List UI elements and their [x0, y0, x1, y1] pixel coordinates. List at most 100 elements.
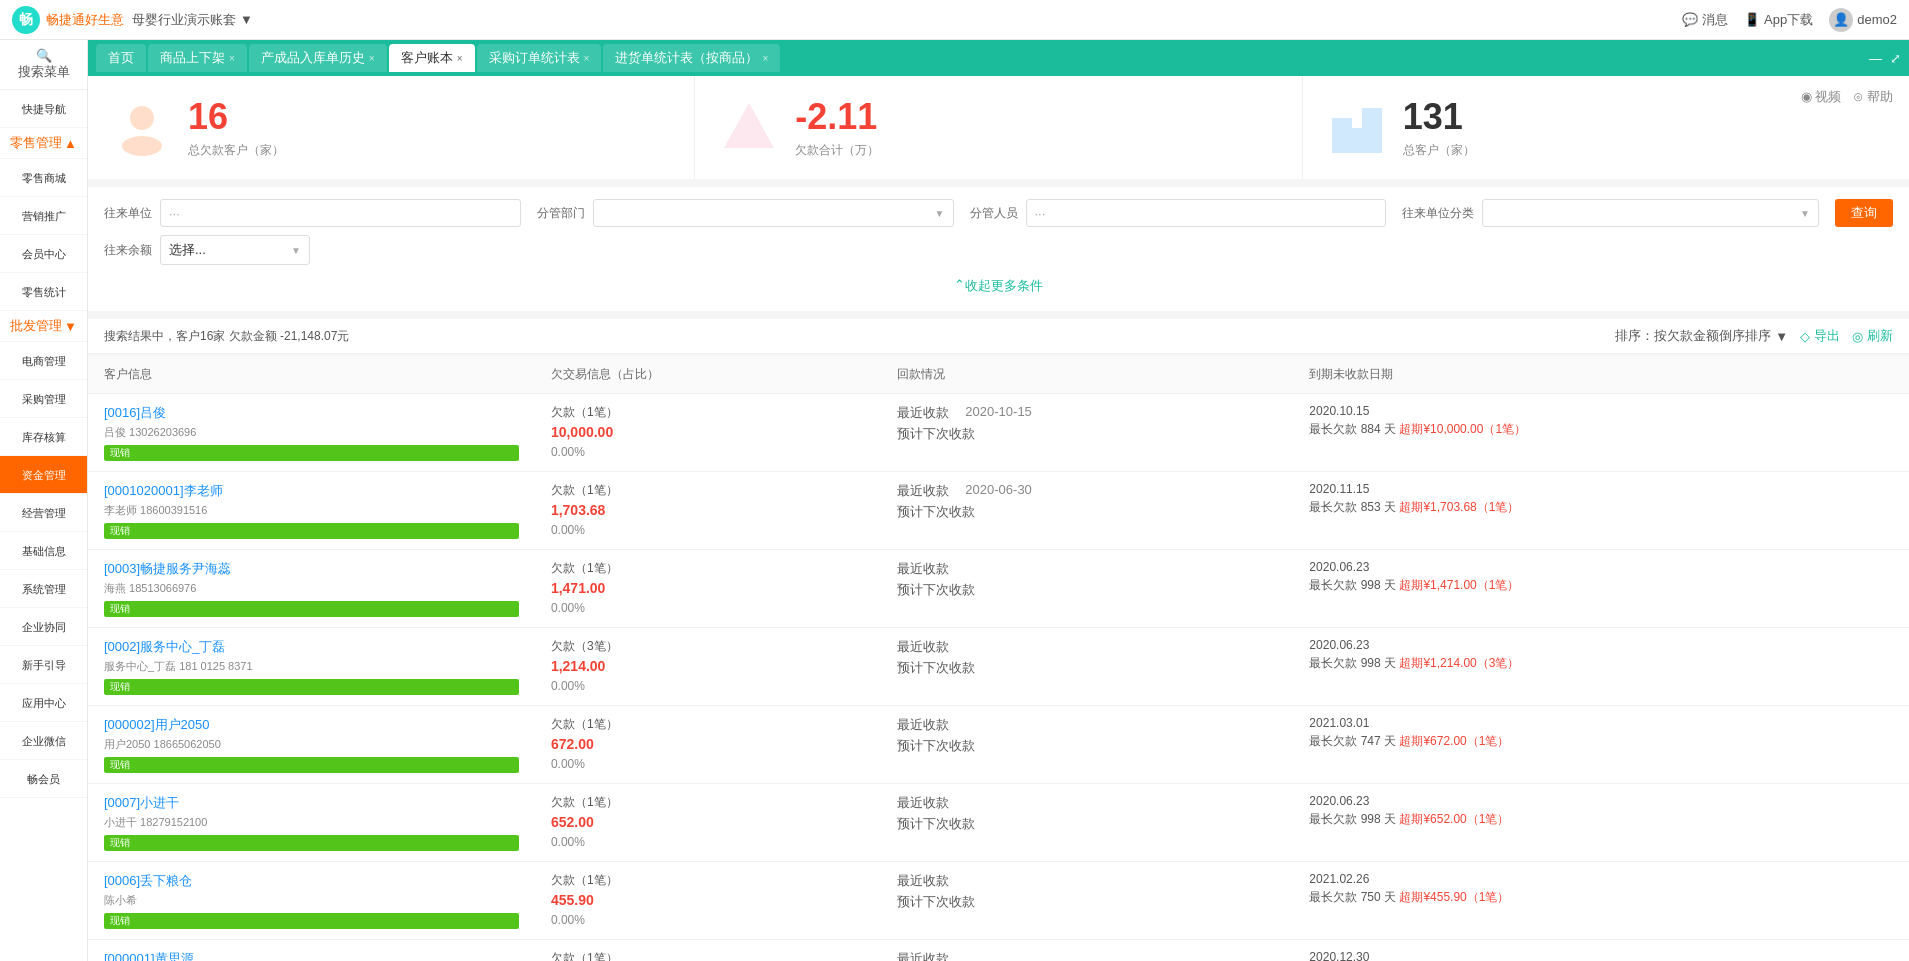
tab-product-off[interactable]: 商品上下架 × — [148, 44, 247, 72]
sidebar-item-retail-stats[interactable]: 零售统计 — [0, 273, 87, 311]
table-row: [0001020001]李老师 李老师 18600391516 现销 欠款（1笔… — [88, 472, 1909, 550]
debt-amount[interactable]: 1,471.00 — [551, 580, 865, 596]
tab-bar: 首页 商品上下架 × 产成品入库单历史 × 客户账本 × 采购订单统计表 × 进… — [88, 40, 1909, 76]
search-button[interactable]: 查询 — [1835, 199, 1893, 227]
tab-close-icon[interactable]: × — [762, 53, 768, 64]
filter-source-unit: 往来单位 ··· — [104, 199, 521, 227]
debt-amount[interactable]: 672.00 — [551, 736, 865, 752]
tab-close-icon[interactable]: × — [584, 53, 590, 64]
sidebar-item-corp-wechat[interactable]: 企业微信 — [0, 722, 87, 760]
overdue-amount-link[interactable]: 超期¥1,471.00（1笔） — [1399, 578, 1519, 592]
sidebar-search[interactable]: 🔍 搜索菜单 — [0, 40, 87, 90]
balance-input[interactable]: 选择... ▼ — [160, 235, 310, 265]
dept-input[interactable]: ▼ — [593, 199, 954, 227]
sidebar-label: 畅会员 — [4, 772, 83, 787]
debt-info: 欠款（1笔） 429.00 0.00% — [551, 950, 865, 961]
sidebar-item-batch[interactable]: 批发管理 ▼ — [0, 311, 87, 342]
overdue-amount-link[interactable]: 超期¥10,000.00（1笔） — [1399, 422, 1526, 436]
customer-info: [0003]畅捷服务尹海蕊 海燕 18513066976 现销 — [104, 560, 519, 617]
cell-payback: 最近收款 预计下次收款 — [881, 628, 1293, 706]
overdue-amount-link[interactable]: 超期¥652.00（1笔） — [1399, 812, 1509, 826]
overdue-info: 2020.12.30 最长欠款 808 天 超期¥429.00（1笔） — [1309, 950, 1893, 961]
payback-label: 最近收款 — [897, 716, 949, 734]
sort-selector[interactable]: 排序：按欠款金额倒序排序 ▼ — [1615, 327, 1788, 345]
app-download-button[interactable]: 📱 App下载 — [1744, 11, 1813, 29]
tab-maximize-icon[interactable]: ⤢ — [1890, 51, 1901, 66]
sidebar-item-new-guide[interactable]: 新手引导 — [0, 646, 87, 684]
store-selector[interactable]: 母婴行业演示账套 ▼ — [132, 11, 253, 29]
customer-name-link[interactable]: [0001020001]李老师 — [104, 482, 519, 500]
sidebar-label: 电商管理 — [4, 354, 83, 369]
customer-name-link[interactable]: [000001]黄思源 — [104, 950, 519, 961]
sidebar-item-retail-mall[interactable]: 零售商城 — [0, 159, 87, 197]
customer-name-link[interactable]: [0002]服务中心_丁磊 — [104, 638, 519, 656]
customer-name-link[interactable]: [0007]小进干 — [104, 794, 519, 812]
debt-amount[interactable]: 652.00 — [551, 814, 865, 830]
overdue-amount-link[interactable]: 超期¥672.00（1笔） — [1399, 734, 1509, 748]
logo-text: 畅捷通好生意 — [46, 11, 124, 29]
debt-amount[interactable]: 10,000.00 — [551, 424, 865, 440]
unit-class-input[interactable]: ▼ — [1482, 199, 1819, 227]
sidebar-item-enterprise[interactable]: 企业协同 — [0, 608, 87, 646]
tab-close-icon[interactable]: × — [369, 53, 375, 64]
tab-home[interactable]: 首页 — [96, 44, 146, 72]
customer-name-link[interactable]: [0016]吕俊 — [104, 404, 519, 422]
overdue-amount-link[interactable]: 超期¥1,214.00（3笔） — [1399, 656, 1519, 670]
sidebar-item-operations[interactable]: 经营管理 — [0, 494, 87, 532]
debt-amount[interactable]: 455.90 — [551, 892, 865, 908]
message-button[interactable]: 💬 消息 — [1682, 11, 1728, 29]
stat-icon-total — [1327, 98, 1387, 158]
sidebar-label-batch: 批发管理 — [10, 317, 62, 335]
sidebar-label: 资金管理 — [4, 468, 83, 483]
payback-next: 预计下次收款 — [897, 659, 1277, 677]
customer-name-link[interactable]: [0003]畅捷服务尹海蕊 — [104, 560, 519, 578]
tab-purchase-stats[interactable]: 进货单统计表（按商品） × — [603, 44, 780, 72]
customer-name-link[interactable]: [000002]用户2050 — [104, 716, 519, 734]
cell-debt: 欠款（1笔） 652.00 0.00% — [535, 784, 881, 862]
sidebar-item-capital[interactable]: 资金管理 — [0, 456, 87, 494]
collapse-label: 收起更多条件 — [965, 277, 1043, 295]
overdue-date: 2020.06.23 — [1309, 638, 1893, 652]
tab-customer-account[interactable]: 客户账本 × — [389, 44, 475, 72]
tab-close-icon[interactable]: × — [457, 53, 463, 64]
sidebar-label: 采购管理 — [4, 392, 83, 407]
cell-overdue: 2020.06.23 最长欠款 998 天 超期¥652.00（1笔） — [1293, 784, 1909, 862]
video-button[interactable]: ◉ 视频 — [1801, 88, 1842, 106]
sidebar-item-marketing[interactable]: 营销推广 — [0, 197, 87, 235]
sidebar-item-inventory[interactable]: 库存核算 — [0, 418, 87, 456]
debt-amount[interactable]: 1,214.00 — [551, 658, 865, 674]
customer-name-link[interactable]: [0006]丢下粮仓 — [104, 872, 519, 890]
payback-info: 最近收款 2020-10-15 预计下次收款 — [897, 404, 1277, 443]
sidebar-item-ecommerce[interactable]: 电商管理 — [0, 342, 87, 380]
help-button[interactable]: ⊙ 帮助 — [1853, 88, 1893, 106]
user-menu[interactable]: 👤 demo2 — [1829, 8, 1897, 32]
sidebar-item-member[interactable]: 会员中心 — [0, 235, 87, 273]
debt-amount[interactable]: 1,703.68 — [551, 502, 865, 518]
cell-customer: [0001020001]李老师 李老师 18600391516 现销 — [88, 472, 535, 550]
sidebar-item-app-center[interactable]: 应用中心 — [0, 684, 87, 722]
person-placeholder: ··· — [1035, 206, 1046, 221]
payback-latest: 最近收款 2020-06-30 — [897, 482, 1277, 500]
logo-area: 畅 畅捷通好生意 — [12, 6, 124, 34]
overdue-amount-link[interactable]: 超期¥455.90（1笔） — [1399, 890, 1509, 904]
refresh-button[interactable]: ◎ 刷新 — [1852, 327, 1893, 345]
tab-minimize-icon[interactable]: — — [1869, 51, 1882, 66]
debt-label: 欠款（1笔） — [551, 872, 865, 889]
sidebar-item-basic-info[interactable]: 基础信息 — [0, 532, 87, 570]
cell-customer: [0007]小进干 小进干 18279152100 现销 — [88, 784, 535, 862]
sidebar-item-member-plus[interactable]: 畅会员 — [0, 760, 87, 798]
tab-production-history[interactable]: 产成品入库单历史 × — [249, 44, 387, 72]
source-unit-input[interactable]: ··· — [160, 199, 521, 227]
person-input[interactable]: ··· — [1026, 199, 1387, 227]
sidebar-item-retail-mgmt[interactable]: 零售管理 ▲ — [0, 128, 87, 159]
filter-collapse-button[interactable]: ⌃ 收起更多条件 — [104, 273, 1893, 299]
stat-number-debt: -2.11 — [795, 96, 879, 138]
tab-close-icon[interactable]: × — [229, 53, 235, 64]
tab-purchase-order[interactable]: 采购订单统计表 × — [477, 44, 602, 72]
cell-debt: 欠款（1笔） 455.90 0.00% — [535, 862, 881, 940]
overdue-amount-link[interactable]: 超期¥1,703.68（1笔） — [1399, 500, 1519, 514]
export-button[interactable]: ◇ 导出 — [1800, 327, 1840, 345]
debt-ratio: 0.00% — [551, 679, 865, 693]
sidebar-item-purchase[interactable]: 采购管理 — [0, 380, 87, 418]
sidebar-item-sys[interactable]: 系统管理 — [0, 570, 87, 608]
